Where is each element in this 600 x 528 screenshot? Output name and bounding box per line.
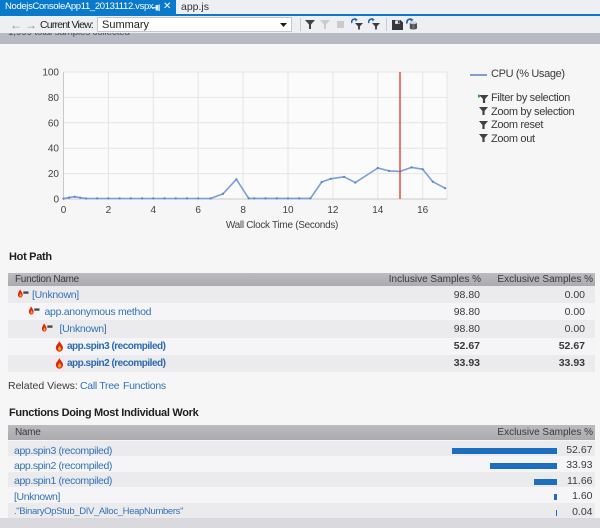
svg-text:40: 40 (48, 144, 60, 155)
svg-text:60: 60 (48, 118, 60, 129)
svg-text:0: 0 (53, 195, 59, 206)
svg-text:20: 20 (48, 169, 60, 180)
svg-text:10: 10 (282, 205, 294, 216)
svg-text:14: 14 (372, 205, 384, 216)
svg-text:6: 6 (195, 205, 201, 216)
svg-text:4: 4 (151, 205, 157, 216)
svg-text:80: 80 (48, 93, 60, 104)
svg-text:100: 100 (42, 68, 59, 79)
svg-text:12: 12 (327, 205, 339, 216)
svg-text:Wall Clock Time (Seconds): Wall Clock Time (Seconds) (226, 220, 338, 231)
svg-text:8: 8 (240, 205, 246, 216)
svg-text:16: 16 (417, 205, 429, 216)
svg-text:2: 2 (106, 205, 112, 216)
svg-text:0: 0 (61, 205, 67, 216)
